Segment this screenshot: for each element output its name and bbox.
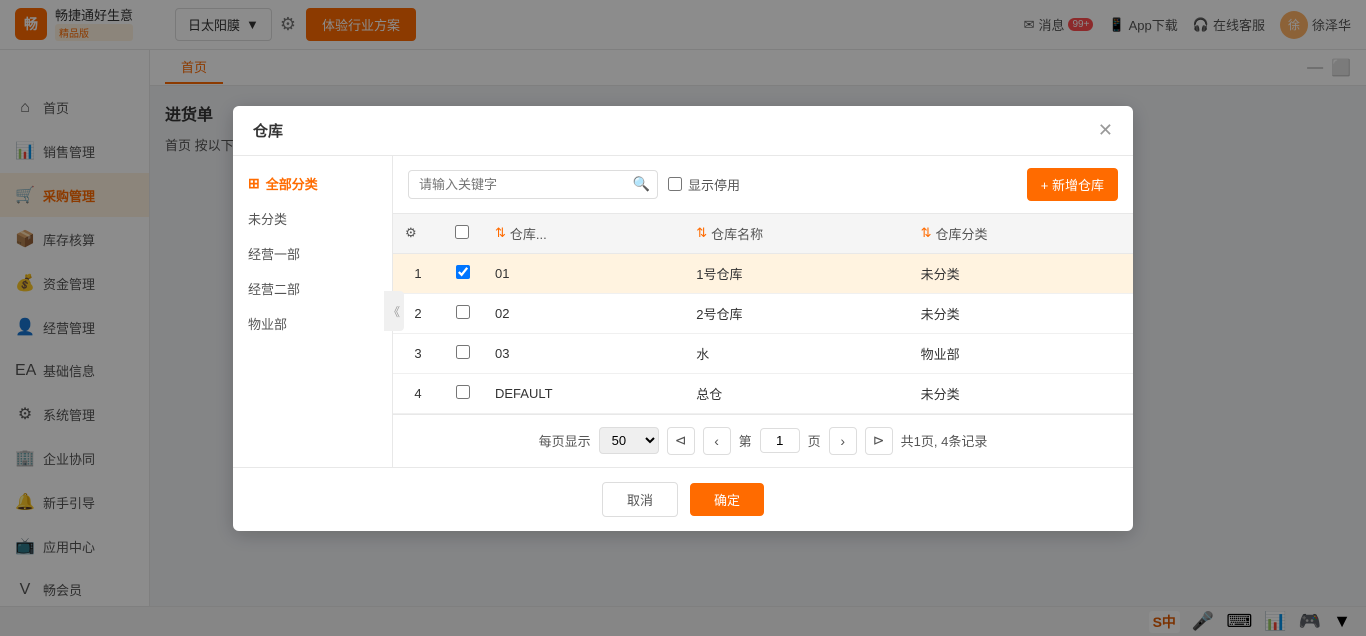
row-cb-0 <box>443 253 483 293</box>
page-prefix-label: 第 <box>739 431 752 450</box>
row-checkbox-3[interactable] <box>456 385 470 399</box>
table-header-row: ⚙ ⇅ 仓库... <box>393 214 1133 254</box>
row-category-1: 未分类 <box>909 293 1133 333</box>
row-name-1: 2号仓库 <box>684 293 908 333</box>
sort-cat-icon: ⇅ <box>921 225 932 241</box>
col-name: ⇅ 仓库名称 <box>684 214 908 254</box>
page-number-input[interactable] <box>760 428 800 453</box>
row-checkbox-2[interactable] <box>456 345 470 359</box>
row-cb-1 <box>443 293 483 333</box>
prev-page-button[interactable]: ‹ <box>703 427 731 455</box>
last-page-button[interactable]: ⊳ <box>865 427 893 455</box>
warehouse-dialog: 仓库 ✕ ⊞ 全部分类 未分类经营一部经营二部物业部 《 🔍 <box>233 106 1133 531</box>
table-row[interactable]: 2 02 2号仓库 未分类 <box>393 293 1133 333</box>
sort-icon: ⇅ <box>495 225 506 241</box>
row-code-3: DEFAULT <box>483 373 684 413</box>
row-category-2: 物业部 <box>909 333 1133 373</box>
row-code-1: 02 <box>483 293 684 333</box>
add-warehouse-button[interactable]: + 新增仓库 <box>1027 168 1118 201</box>
table-row[interactable]: 1 01 1号仓库 未分类 <box>393 253 1133 293</box>
select-all-checkbox[interactable] <box>455 225 469 239</box>
category-panel: ⊞ 全部分类 未分类经营一部经营二部物业部 《 <box>233 156 393 467</box>
close-icon[interactable]: ✕ <box>1098 120 1113 141</box>
category-item-2[interactable]: 经营二部 <box>233 271 392 306</box>
row-checkbox-1[interactable] <box>456 305 470 319</box>
warehouse-table: ⚙ ⇅ 仓库... <box>393 214 1133 414</box>
row-cb-2 <box>443 333 483 373</box>
col-checkbox <box>443 214 483 254</box>
category-item-3[interactable]: 物业部 <box>233 306 392 341</box>
sort-name-icon: ⇅ <box>696 225 707 241</box>
row-index-2: 3 <box>393 333 443 373</box>
next-page-button[interactable]: › <box>829 427 857 455</box>
per-page-label: 每页显示 <box>539 431 591 450</box>
dialog-body: ⊞ 全部分类 未分类经营一部经营二部物业部 《 🔍 显示停用 <box>233 156 1133 467</box>
table-body: 1 01 1号仓库 未分类 2 02 2号仓库 未分类 3 03 水 物业部 4… <box>393 253 1133 413</box>
content-panel: 🔍 显示停用 + 新增仓库 ⚙ <box>393 156 1133 467</box>
dialog-footer: 取消 确定 <box>233 467 1133 531</box>
category-item-1[interactable]: 经营一部 <box>233 236 392 271</box>
category-items: 未分类经营一部经营二部物业部 <box>233 201 392 341</box>
show-disabled-checkbox[interactable] <box>668 177 682 191</box>
table-row[interactable]: 4 DEFAULT 总仓 未分类 <box>393 373 1133 413</box>
dialog-title: 仓库 <box>253 120 283 141</box>
show-disabled-wrap: 显示停用 <box>668 175 740 194</box>
category-item-0[interactable]: 未分类 <box>233 201 392 236</box>
table-wrap: ⚙ ⇅ 仓库... <box>393 214 1133 414</box>
show-disabled-label: 显示停用 <box>688 175 740 194</box>
col-settings: ⚙ <box>393 214 443 254</box>
row-index-3: 4 <box>393 373 443 413</box>
category-all-label: 全部分类 <box>266 174 318 193</box>
row-category-3: 未分类 <box>909 373 1133 413</box>
grid-icon: ⊞ <box>248 175 260 192</box>
row-code-2: 03 <box>483 333 684 373</box>
per-page-select[interactable]: 50 20 100 <box>599 427 659 454</box>
search-icon[interactable]: 🔍 <box>633 176 650 193</box>
category-all-header[interactable]: ⊞ 全部分类 <box>233 166 392 201</box>
page-suffix-label: 页 <box>808 431 821 450</box>
modal-overlay: 仓库 ✕ ⊞ 全部分类 未分类经营一部经营二部物业部 《 🔍 <box>0 0 1366 636</box>
search-input-wrap: 🔍 <box>408 170 658 199</box>
table-row[interactable]: 3 03 水 物业部 <box>393 333 1133 373</box>
row-name-0: 1号仓库 <box>684 253 908 293</box>
total-info: 共1页, 4条记录 <box>901 431 988 450</box>
row-code-0: 01 <box>483 253 684 293</box>
collapse-button[interactable]: 《 <box>384 291 404 331</box>
settings-icon[interactable]: ⚙ <box>405 225 417 240</box>
row-index-0: 1 <box>393 253 443 293</box>
dialog-header: 仓库 ✕ <box>233 106 1133 156</box>
row-checkbox-0[interactable] <box>456 265 470 279</box>
row-name-3: 总仓 <box>684 373 908 413</box>
col-category: ⇅ 仓库分类 <box>909 214 1133 254</box>
row-cb-3 <box>443 373 483 413</box>
search-input[interactable] <box>408 170 658 199</box>
confirm-button[interactable]: 确定 <box>690 483 764 516</box>
pagination: 每页显示 50 20 100 ⊲ ‹ 第 页 › ⊳ 共1页, 4条记录 <box>393 414 1133 467</box>
row-category-0: 未分类 <box>909 253 1133 293</box>
cancel-button[interactable]: 取消 <box>602 482 678 517</box>
row-name-2: 水 <box>684 333 908 373</box>
col-code: ⇅ 仓库... <box>483 214 684 254</box>
first-page-button[interactable]: ⊲ <box>667 427 695 455</box>
search-bar: 🔍 显示停用 + 新增仓库 <box>393 156 1133 214</box>
